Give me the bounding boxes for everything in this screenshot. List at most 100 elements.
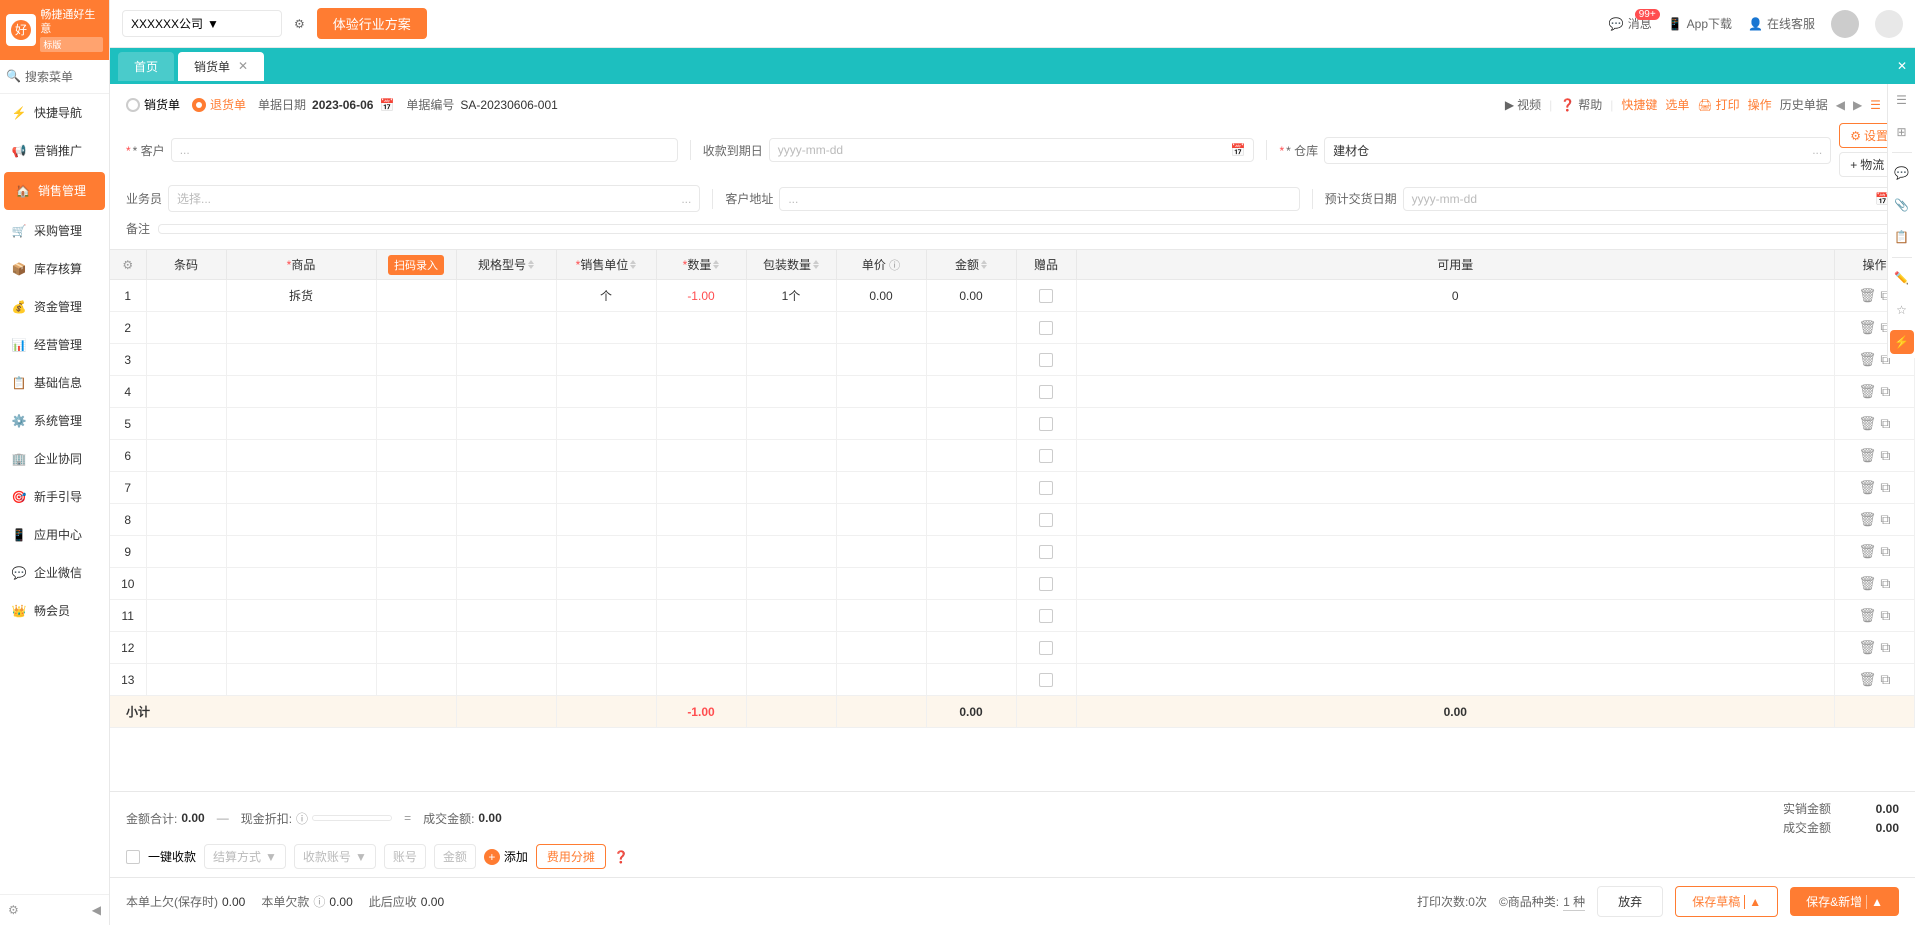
cell-unit[interactable] bbox=[556, 312, 656, 344]
cell-pkg-qty[interactable]: 1个 bbox=[746, 280, 836, 312]
delete-row-btn[interactable]: 🗑 bbox=[1859, 351, 1877, 368]
delete-row-btn[interactable]: 🗑 bbox=[1859, 607, 1877, 624]
radio-return[interactable]: 退货单 bbox=[192, 96, 246, 113]
cell-qty[interactable] bbox=[656, 536, 746, 568]
cell-barcode[interactable] bbox=[146, 408, 226, 440]
sidebar-item-purchase[interactable]: 🛒 采购管理 bbox=[0, 212, 109, 250]
cell-barcode[interactable] bbox=[146, 440, 226, 472]
delete-row-btn[interactable]: 🗑 bbox=[1859, 447, 1877, 464]
gift-checkbox[interactable] bbox=[1039, 353, 1053, 367]
customer-input[interactable]: ... bbox=[171, 138, 678, 162]
cell-amount[interactable] bbox=[926, 472, 1016, 504]
rs-action[interactable]: ⚡ bbox=[1890, 330, 1914, 354]
delete-row-btn[interactable]: 🗑 bbox=[1859, 415, 1877, 432]
cell-unit[interactable] bbox=[556, 504, 656, 536]
sidebar-item-finance[interactable]: 💰 资金管理 bbox=[0, 288, 109, 326]
cell-price[interactable] bbox=[836, 376, 926, 408]
cell-barcode[interactable] bbox=[146, 472, 226, 504]
cell-qty[interactable] bbox=[656, 408, 746, 440]
sidebar-item-quick-nav[interactable]: ⚡ 快捷导航 bbox=[0, 94, 109, 132]
copy-row-btn[interactable]: ⧉ bbox=[1880, 479, 1890, 496]
cell-unit[interactable] bbox=[556, 600, 656, 632]
rs-edit[interactable]: ✏️ bbox=[1890, 266, 1914, 290]
copy-row-btn[interactable]: ⧉ bbox=[1880, 447, 1890, 464]
sidebar-item-system[interactable]: ⚙️ 系统管理 bbox=[0, 402, 109, 440]
amount-value-input[interactable]: 金额 bbox=[434, 844, 476, 869]
cell-price[interactable]: 0.00 bbox=[836, 280, 926, 312]
cell-price[interactable] bbox=[836, 344, 926, 376]
video-btn[interactable]: ▶ 视频 bbox=[1505, 96, 1541, 113]
sidebar-item-wechat[interactable]: 💬 企业微信 bbox=[0, 554, 109, 592]
cell-barcode[interactable] bbox=[146, 600, 226, 632]
salesperson-input[interactable]: 选择... ... bbox=[168, 185, 700, 212]
cell-spec[interactable] bbox=[456, 472, 556, 504]
cell-pkg-qty[interactable] bbox=[746, 504, 836, 536]
history-btn[interactable]: 历史单据 bbox=[1780, 96, 1828, 113]
cell-product[interactable] bbox=[226, 632, 376, 664]
cell-product[interactable] bbox=[226, 376, 376, 408]
message-btn[interactable]: 💬 消息 99+ bbox=[1609, 15, 1652, 32]
cell-unit[interactable] bbox=[556, 664, 656, 696]
gift-checkbox[interactable] bbox=[1039, 385, 1053, 399]
sidebar-item-marketing[interactable]: 📢 营销推广 bbox=[0, 132, 109, 170]
delete-row-btn[interactable]: 🗑 bbox=[1859, 639, 1877, 656]
cell-unit[interactable] bbox=[556, 440, 656, 472]
cell-pkg-qty[interactable] bbox=[746, 568, 836, 600]
delete-row-btn[interactable]: 🗑 bbox=[1859, 383, 1877, 400]
cell-pkg-qty[interactable] bbox=[746, 312, 836, 344]
cell-pkg-qty[interactable] bbox=[746, 664, 836, 696]
cell-amount[interactable] bbox=[926, 504, 1016, 536]
cell-spec[interactable] bbox=[456, 632, 556, 664]
cell-amount[interactable] bbox=[926, 376, 1016, 408]
delete-row-btn[interactable]: 🗑 bbox=[1859, 287, 1877, 304]
cell-price[interactable] bbox=[836, 472, 926, 504]
radio-sales[interactable]: 销货单 bbox=[126, 96, 180, 113]
cell-unit[interactable] bbox=[556, 472, 656, 504]
cell-pkg-qty[interactable] bbox=[746, 408, 836, 440]
cell-unit[interactable] bbox=[556, 536, 656, 568]
sidebar-item-member[interactable]: 👑 畅会员 bbox=[0, 592, 109, 630]
rs-log[interactable]: 📋 bbox=[1890, 225, 1914, 249]
cell-amount[interactable] bbox=[926, 312, 1016, 344]
online-service-btn[interactable]: 👤 在线客服 bbox=[1748, 15, 1815, 32]
search-menu[interactable]: 🔍 搜索菜单 bbox=[0, 60, 109, 94]
cell-spec[interactable] bbox=[456, 376, 556, 408]
settings-icon[interactable]: ⚙ bbox=[8, 903, 19, 917]
cell-price[interactable] bbox=[836, 600, 926, 632]
collapse-icon[interactable]: ◀ bbox=[92, 903, 101, 917]
rs-table-view[interactable]: ☰ bbox=[1890, 88, 1914, 112]
gift-checkbox[interactable] bbox=[1039, 609, 1053, 623]
expected-date-input[interactable]: yyyy-mm-dd 📅 bbox=[1403, 187, 1899, 211]
cell-barcode[interactable] bbox=[146, 664, 226, 696]
delete-row-btn[interactable]: 🗑 bbox=[1859, 319, 1877, 336]
cell-price[interactable] bbox=[836, 568, 926, 600]
th-gear[interactable]: ⚙ bbox=[110, 250, 146, 280]
gift-checkbox[interactable] bbox=[1039, 321, 1053, 335]
cell-spec[interactable] bbox=[456, 504, 556, 536]
save-new-button[interactable]: 保存&新增 ▲ bbox=[1790, 887, 1899, 916]
cell-amount[interactable] bbox=[926, 664, 1016, 696]
delete-row-btn[interactable]: 🗑 bbox=[1859, 479, 1877, 496]
sidebar-item-operation[interactable]: 📊 经营管理 bbox=[0, 326, 109, 364]
cell-product[interactable] bbox=[226, 440, 376, 472]
cell-qty[interactable] bbox=[656, 600, 746, 632]
sidebar-item-inventory[interactable]: 📦 库存核算 bbox=[0, 250, 109, 288]
cell-product[interactable] bbox=[226, 472, 376, 504]
cell-spec[interactable] bbox=[456, 536, 556, 568]
cell-qty[interactable] bbox=[656, 504, 746, 536]
cell-unit[interactable] bbox=[556, 408, 656, 440]
cell-qty[interactable] bbox=[656, 664, 746, 696]
cell-amount[interactable] bbox=[926, 536, 1016, 568]
cell-qty[interactable] bbox=[656, 312, 746, 344]
copy-row-btn[interactable]: ⧉ bbox=[1880, 607, 1890, 624]
cell-qty[interactable] bbox=[656, 440, 746, 472]
cell-spec[interactable] bbox=[456, 568, 556, 600]
operation-btn[interactable]: 操作 bbox=[1748, 96, 1772, 113]
due-date-input[interactable]: yyyy-mm-dd 📅 bbox=[769, 138, 1255, 162]
amount-input[interactable]: 账号 bbox=[384, 844, 426, 869]
cell-qty[interactable] bbox=[656, 472, 746, 504]
cell-barcode[interactable] bbox=[146, 632, 226, 664]
cell-unit[interactable] bbox=[556, 632, 656, 664]
rs-comment[interactable]: 💬 bbox=[1890, 161, 1914, 185]
cell-pkg-qty[interactable] bbox=[746, 632, 836, 664]
